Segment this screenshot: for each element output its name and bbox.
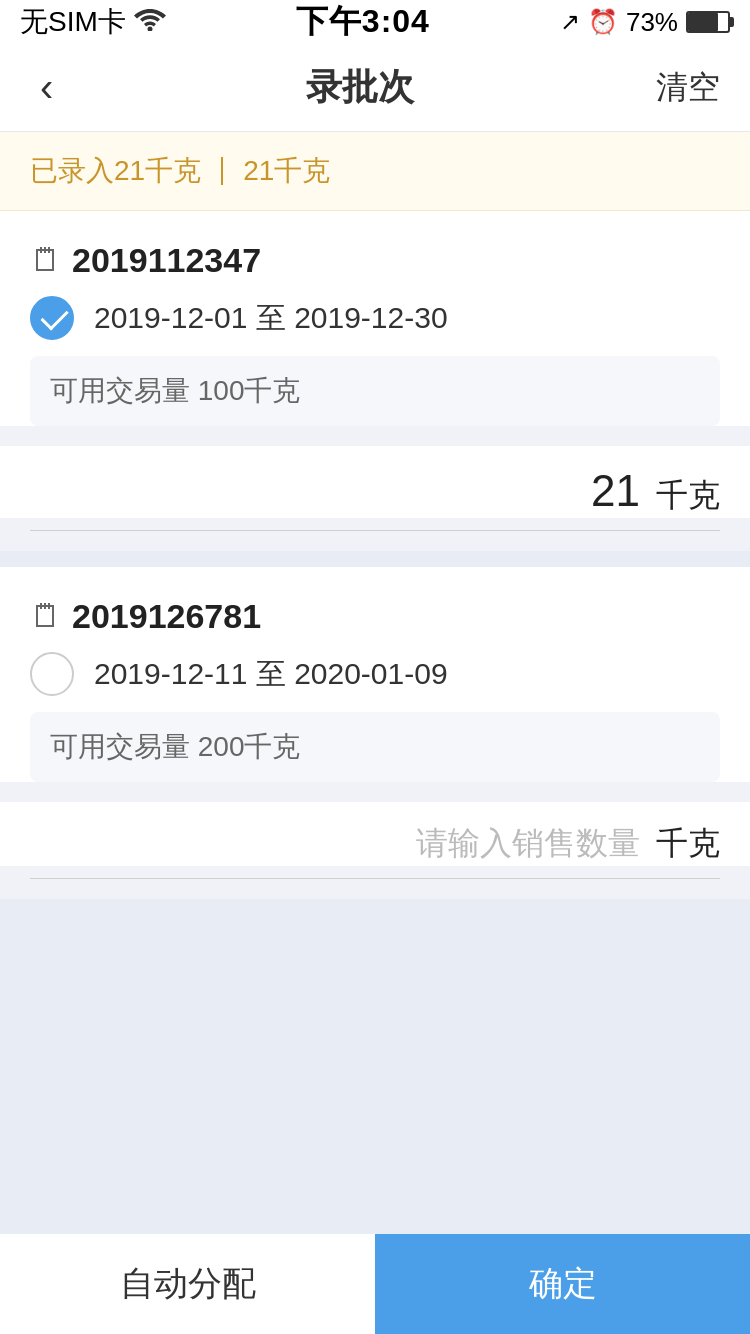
- status-right: ↗ ⏰ 73%: [560, 7, 730, 38]
- batch2-card: 🗒 2019126781 2019-12-11 至 2020-01-09 可用交…: [0, 567, 750, 782]
- section-divider: [0, 551, 750, 567]
- batch1-qty-unit: 千克: [656, 474, 720, 518]
- batch2-avail-box: 可用交易量 200千克: [30, 712, 720, 782]
- batch2-row: 2019-12-11 至 2020-01-09: [30, 652, 720, 696]
- batch2-input-unit: 千克: [656, 822, 720, 866]
- battery-icon: [686, 11, 730, 33]
- summary-value: 21千克: [243, 152, 330, 190]
- batch2-id: 2019126781: [72, 597, 261, 636]
- carrier-text: 无SIM卡: [20, 3, 126, 41]
- page-title: 录批次: [306, 63, 414, 112]
- status-time: 下午3:04: [296, 0, 430, 44]
- batch1-card: 🗒 2019112347 2019-12-01 至 2019-12-30 可用交…: [0, 211, 750, 426]
- batch2-input-row: 千克: [0, 802, 750, 866]
- batch1-qty-row: 21 千克: [0, 446, 750, 518]
- batch1-qty-divider: [30, 530, 720, 531]
- batch2-date: 2019-12-11 至 2020-01-09: [94, 654, 448, 695]
- alarm-icon: ⏰: [588, 8, 618, 36]
- clear-button[interactable]: 清空: [656, 66, 720, 110]
- batch2-radio[interactable]: [30, 652, 74, 696]
- batch1-date: 2019-12-01 至 2019-12-30: [94, 298, 448, 339]
- status-bar: 无SIM卡 下午3:04 ↗ ⏰ 73%: [0, 0, 750, 44]
- nav-bar: ‹ 录批次 清空: [0, 44, 750, 132]
- status-left: 无SIM卡: [20, 3, 166, 41]
- batch1-header: 🗒 2019112347: [30, 241, 720, 280]
- bottom-bar: 自动分配 确定: [0, 1234, 750, 1334]
- summary-label: 已录入21千克: [30, 152, 201, 190]
- batch1-avail-text: 可用交易量 100千克: [50, 375, 301, 406]
- back-button[interactable]: ‹: [30, 55, 63, 120]
- battery-text: 73%: [626, 7, 678, 38]
- batch1-id: 2019112347: [72, 241, 261, 280]
- batch1-qty-value: 21: [591, 466, 640, 516]
- auto-distribute-button[interactable]: 自动分配: [0, 1234, 375, 1334]
- batch2-qty-input[interactable]: [30, 825, 640, 862]
- batch1-avail-box: 可用交易量 100千克: [30, 356, 720, 426]
- wifi-icon: [134, 6, 166, 38]
- batch2-input-divider: [30, 878, 720, 879]
- svg-point-0: [147, 27, 152, 32]
- summary-divider: [221, 157, 223, 185]
- batch1-doc-icon: 🗒: [30, 242, 62, 279]
- confirm-button[interactable]: 确定: [375, 1234, 750, 1334]
- batch2-avail-text: 可用交易量 200千克: [50, 731, 301, 762]
- location-icon: ↗: [560, 8, 580, 36]
- batch1-row: 2019-12-01 至 2019-12-30: [30, 296, 720, 340]
- batch2-header: 🗒 2019126781: [30, 597, 720, 636]
- batch1-radio[interactable]: [30, 296, 74, 340]
- batch2-doc-icon: 🗒: [30, 598, 62, 635]
- summary-bar: 已录入21千克 21千克: [0, 132, 750, 211]
